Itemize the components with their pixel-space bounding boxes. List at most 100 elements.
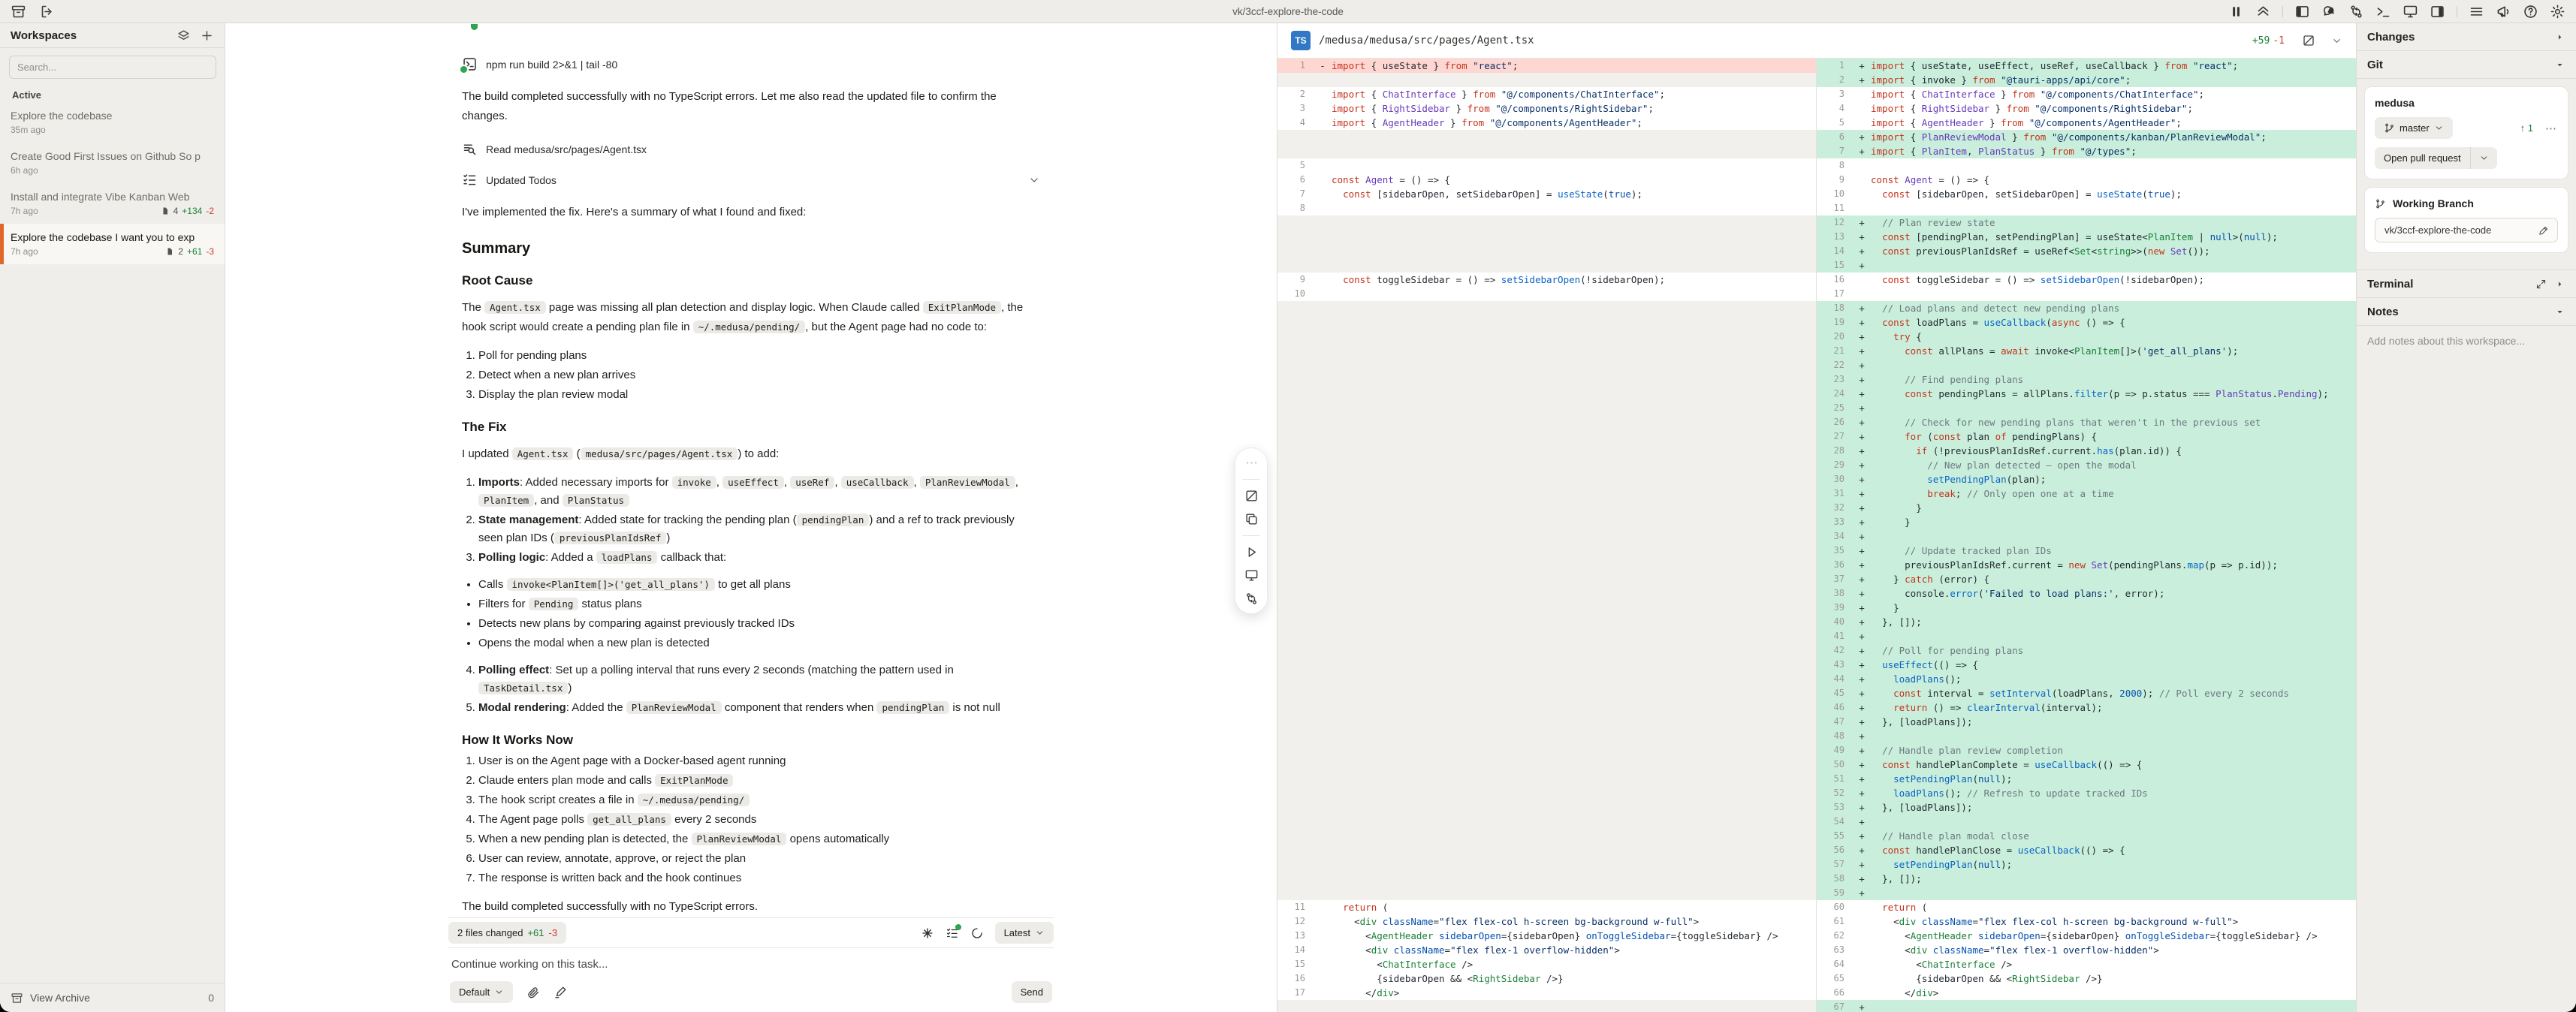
floating-toolbar (1235, 447, 1268, 614)
branch-dropdown[interactable]: master (2375, 117, 2453, 139)
working-branch-input[interactable] (2383, 224, 2538, 236)
pull-request-dropdown[interactable] (2470, 147, 2497, 169)
diff-row: 37+ } catch (error) { (1277, 572, 2356, 586)
diff-row: 45+ const interval = setInterval(loadPla… (1277, 686, 2356, 700)
copy-icon[interactable] (1244, 512, 1259, 526)
workspaces-sidebar: Workspaces Active Explore the codebase35… (0, 23, 225, 1012)
pause-icon[interactable] (2228, 4, 2244, 20)
tool-call-label: Updated Todos (486, 174, 557, 186)
diff-row: 7+import { PlanItem, PlanStatus } from "… (1277, 144, 2356, 158)
diff-row: 15 <ChatInterface />64 <ChatInterface /> (1277, 957, 2356, 971)
pen-icon[interactable] (554, 986, 567, 999)
megaphone-icon[interactable] (2496, 4, 2511, 20)
files-changed-pill[interactable]: 2 files changed +61 -3 (448, 922, 566, 944)
collapse-file-icon[interactable] (2331, 35, 2342, 47)
expand-icon[interactable] (2535, 279, 2547, 290)
terminal-icon[interactable] (2375, 4, 2391, 20)
tool-call-row[interactable]: Read medusa/src/pages/Agent.tsx (462, 141, 1040, 157)
diff-row: 7 const [sidebarOpen, setSidebarOpen] = … (1277, 187, 2356, 201)
panel-right-toggle-icon[interactable] (2430, 4, 2445, 20)
chat-list-item: Opens the modal when a new plan is detec… (478, 634, 1040, 652)
archive-icon[interactable] (11, 4, 26, 20)
run-icon[interactable] (1244, 545, 1259, 559)
chevrons-up-icon[interactable] (2255, 4, 2271, 20)
diff-panel: TS /medusa/medusa/src/pages/Agent.tsx +5… (1277, 23, 2356, 1012)
workspace-title: Install and integrate Vibe Kanban Web (11, 191, 214, 203)
section-terminal[interactable]: Terminal (2357, 270, 2576, 298)
diff-row: 11 return (60 return ( (1277, 900, 2356, 914)
diff-row: 58 (1277, 158, 2356, 173)
panel-left-toggle-icon[interactable] (2294, 4, 2310, 20)
notes-placeholder[interactable]: Add notes about this workspace... (2357, 326, 2576, 356)
workspace-item[interactable]: Install and integrate Vibe Kanban Web 7h … (0, 183, 225, 224)
diff-row: 811 (1277, 201, 2356, 215)
git-compare-icon[interactable] (1244, 592, 1259, 606)
diff-row: 27+ for (const plan of pendingPlans) { (1277, 429, 2356, 444)
split-view-icon[interactable] (2302, 34, 2315, 47)
up-arrow-icon: ↑ (2520, 122, 2526, 134)
diff-row: 42+ // Poll for pending plans (1277, 643, 2356, 658)
gear-icon[interactable] (2550, 4, 2565, 20)
git-compare-icon[interactable] (2348, 4, 2364, 20)
working-branch-field[interactable] (2375, 218, 2558, 242)
diff-row: 53+ }, [loadPlans]); (1277, 800, 2356, 815)
diff-row: 6const Agent = () => {9const Agent = () … (1277, 173, 2356, 187)
tool-call-row[interactable]: Updated Todos (462, 172, 1040, 188)
diff-row: 29+ // New plan detected — open the moda… (1277, 458, 2356, 472)
divider (1242, 535, 1260, 536)
preview-icon[interactable] (1244, 568, 1259, 583)
drag-handle-icon[interactable] (1244, 456, 1259, 470)
files-count: 2 (178, 246, 183, 257)
repo-name: medusa (2375, 97, 2558, 109)
git-branch-icon (2375, 198, 2386, 209)
diff-row: 58+ }, []); (1277, 872, 2356, 886)
section-git[interactable]: Git (2357, 51, 2576, 79)
search-input[interactable] (9, 56, 216, 79)
sign-out-icon[interactable] (40, 4, 56, 20)
diff-file-header[interactable]: TS /medusa/medusa/src/pages/Agent.tsx +5… (1277, 23, 2356, 59)
monitor-icon[interactable] (2403, 4, 2418, 20)
terminal-label: Terminal (2367, 278, 2413, 291)
section-changes[interactable]: Changes (2357, 23, 2576, 51)
add-workspace-icon[interactable] (200, 29, 214, 43)
mode-dropdown[interactable]: Default (450, 981, 513, 1003)
chevron-down-icon[interactable] (1028, 174, 1040, 186)
chat-list-item: Calls invoke<PlanItem[]>('get_all_plans'… (478, 576, 1040, 594)
chat-scroll-area[interactable]: npm run build 2>&1 | tail -80 The build c… (225, 23, 1277, 917)
menu-icon[interactable] (2469, 4, 2484, 20)
attach-icon[interactable] (526, 986, 540, 999)
titlebar: vk/3ccf-explore-the-code (0, 0, 2576, 23)
version-dropdown[interactable]: Latest (995, 922, 1054, 944)
chat-list-item: State management: Added state for tracki… (478, 511, 1040, 547)
tasks-status-icon[interactable] (946, 926, 959, 940)
chat-paragraph: The build completed successfully with no… (462, 87, 1040, 126)
tool-call-row[interactable]: npm run build 2>&1 | tail -80 (462, 56, 1040, 72)
chat-bubbles-icon[interactable] (2321, 4, 2337, 20)
help-icon[interactable] (2523, 4, 2538, 20)
diff-row: 18+ // Load plans and detect new pending… (1277, 301, 2356, 315)
workspace-item[interactable]: Explore the codebase I want you to exp7h… (0, 224, 225, 264)
more-options-icon[interactable]: ⋯ (2545, 122, 2558, 135)
diff-row: 2+import { invoke } from "@tauri-apps/ap… (1277, 73, 2356, 87)
diff-row: 23+ // Find pending plans (1277, 372, 2356, 387)
diff-split-view[interactable]: 1-import { useState } from "react";1+imp… (1277, 59, 2356, 1012)
edit-branch-icon[interactable] (2538, 224, 2550, 236)
layers-icon[interactable] (176, 29, 191, 43)
send-button[interactable]: Send (1012, 981, 1052, 1003)
workspace-item[interactable]: Explore the codebase35m ago (0, 102, 225, 143)
section-notes[interactable]: Notes (2357, 298, 2576, 326)
chat-panel: npm run build 2>&1 | tail -80 The build c… (225, 23, 1277, 1012)
message-input[interactable] (450, 957, 1052, 971)
open-pull-request-button[interactable]: Open pull request (2375, 147, 2470, 169)
diff-row: 9 const toggleSidebar = () => setSidebar… (1277, 273, 2356, 287)
burst-icon[interactable] (921, 926, 934, 940)
view-archive-label: View Archive (30, 992, 90, 1004)
view-archive-button[interactable]: View Archive 0 (0, 983, 225, 1012)
diff-row: 41+ (1277, 629, 2356, 643)
workspace-time: 35m ago (11, 125, 46, 135)
diff-view-icon[interactable] (1244, 489, 1259, 503)
workspace-time: 7h ago (11, 206, 38, 216)
tool-call-label: Read medusa/src/pages/Agent.tsx (486, 143, 647, 155)
workspace-item[interactable]: Create Good First Issues on Github So p6… (0, 143, 225, 183)
diff-row: 19+ const loadPlans = useCallback(async … (1277, 315, 2356, 330)
